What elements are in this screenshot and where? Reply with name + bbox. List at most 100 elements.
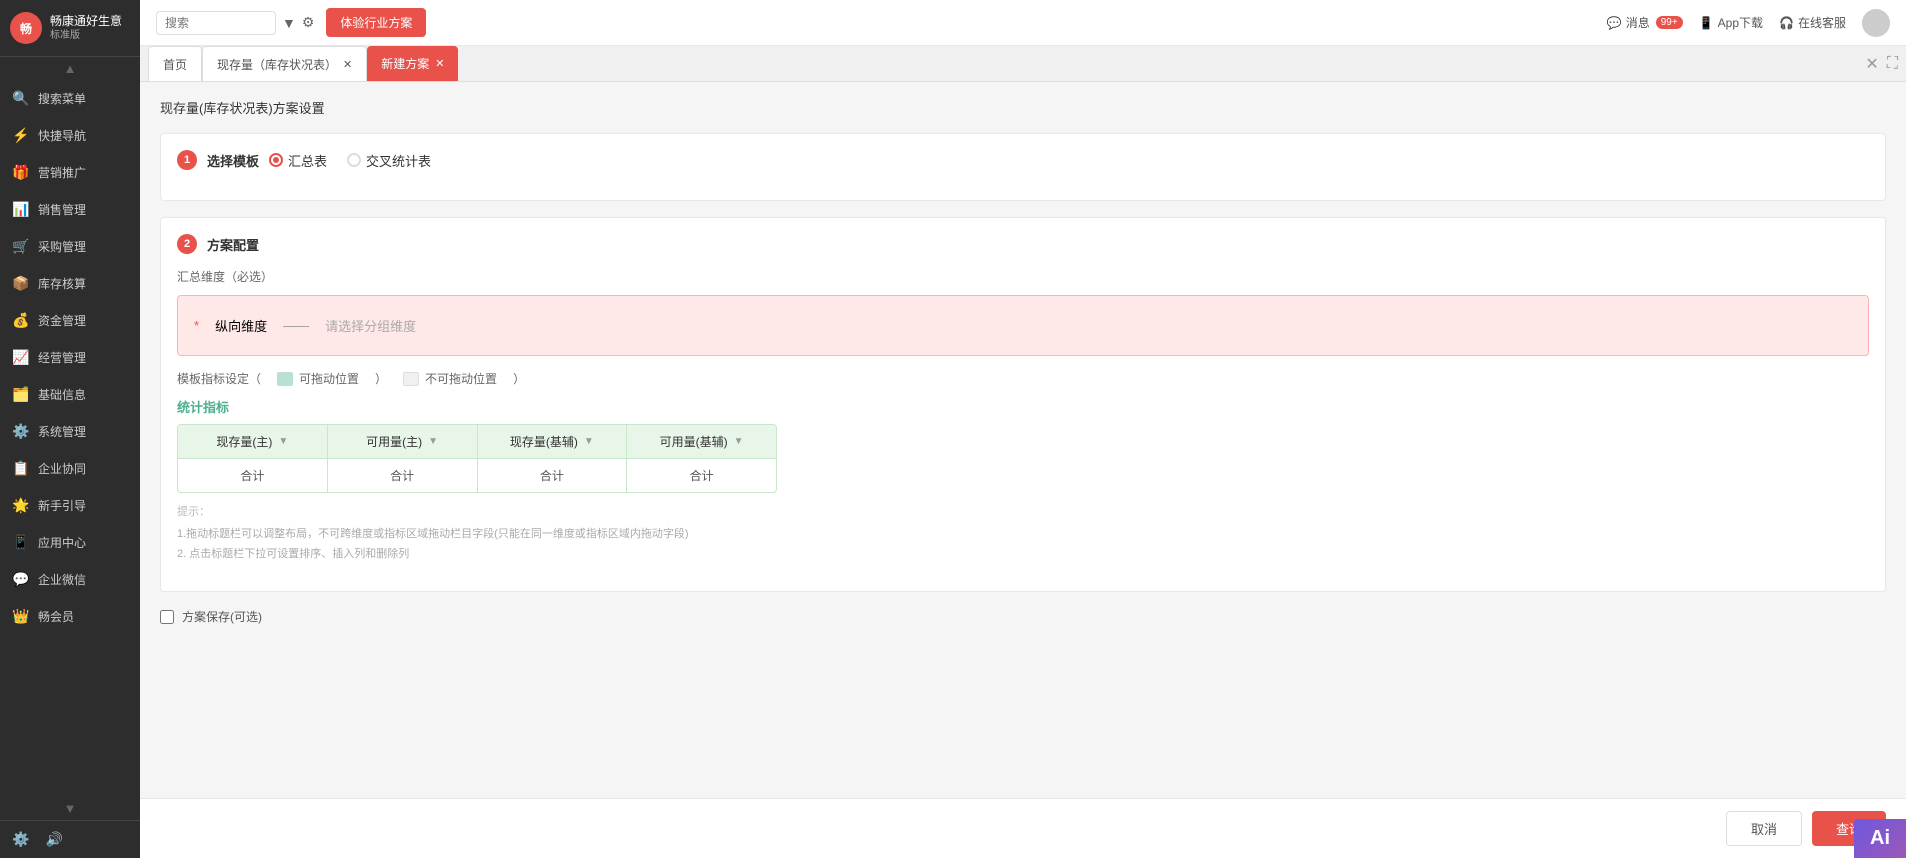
shortcut-icon: ⚡ [12,127,30,144]
tips-section: 提示： 1.拖动标题栏可以调整布局，不可跨维度或指标区域拖动栏目字段(只能在同一… [177,493,1869,575]
col-header-4[interactable]: 可用量(基辅) ▼ [627,425,776,458]
sidebar-item-label: 快捷导航 [38,127,86,144]
newbie-icon: 🌟 [12,497,30,514]
legend-movable: 可拖动位置 [277,370,359,387]
scroll-down-arrow[interactable]: ▼ [0,797,140,820]
page-title: 现存量(库存状况表)方案设置 [160,98,1886,117]
tab-new-plan[interactable]: 新建方案 ✕ [367,46,458,81]
sidebar-item-purchase[interactable]: 🛒 采购管理 [0,228,140,265]
expand-icon[interactable]: ⛶ [1887,55,1898,73]
col-header-3[interactable]: 现存量(基辅) ▼ [478,425,628,458]
sidebar: 畅 畅康通好生意 标准版 ▲ 🔍 搜索菜单 ⚡ 快捷导航 🎁 营销推广 📊 销售… [0,0,140,858]
enterprise-icon: 📋 [12,460,30,477]
finance-icon: 💰 [12,312,30,329]
message-icon: 💬 [1607,16,1622,30]
message-badge: 99+ [1656,16,1683,29]
sidebar-item-enterprise[interactable]: 📋 企业协同 [0,450,140,487]
indicator-legend: 模板指标设定（ 可拖动位置 ） 不可拖动位置 ） [177,370,1869,387]
sales-icon: 📊 [12,201,30,218]
sidebar-item-basic[interactable]: 🗂️ 基础信息 [0,376,140,413]
sidebar-item-label: 基础信息 [38,386,86,403]
sidebar-item-wechat[interactable]: 💬 企业微信 [0,561,140,598]
sidebar-item-member[interactable]: 👑 畅会员 [0,598,140,635]
search-input[interactable] [156,11,276,35]
sound-icon[interactable]: 🔊 [45,831,62,848]
close-panel-icon[interactable]: ✕ [1865,54,1878,74]
download-icon: 📱 [1699,16,1714,30]
tab-inventory-status[interactable]: 现存量（库存状况表） ✕ [202,46,367,81]
cancel-button[interactable]: 取消 [1726,811,1802,846]
legend-fixed: 不可拖动位置 [403,370,497,387]
sidebar-item-label: 销售管理 [38,201,86,218]
required-mark: * [194,318,199,333]
sidebar-item-finance[interactable]: 💰 资金管理 [0,302,140,339]
ai-badge[interactable]: Ai [1854,819,1906,858]
radio-cross[interactable]: 交叉统计表 [347,151,431,170]
sidebar-item-label: 应用中心 [38,534,86,551]
dimension-box[interactable]: * 纵向维度 —— 请选择分组维度 [177,295,1869,356]
dimension-label: 汇总维度（必选） [177,268,1869,285]
cell-3: 合计 [478,459,628,492]
cell-2: 合计 [328,459,478,492]
sidebar-item-label: 畅会员 [38,608,74,625]
cell-4: 合计 [627,459,776,492]
sidebar-item-label: 搜索菜单 [38,90,86,107]
appstore-icon: 📱 [12,534,30,551]
logo-text: 畅康通好生意 标准版 [50,14,122,43]
save-checkbox[interactable] [160,610,174,624]
sidebar-item-sales[interactable]: 📊 销售管理 [0,191,140,228]
col2-dropdown-icon[interactable]: ▼ [428,436,438,447]
col4-dropdown-icon[interactable]: ▼ [734,436,744,447]
col1-dropdown-icon[interactable]: ▼ [278,436,288,447]
sidebar-item-inventory[interactable]: 📦 库存核算 [0,265,140,302]
tab-home[interactable]: 首页 [148,46,202,81]
trial-button[interactable]: 体验行业方案 [326,8,426,37]
radio-summary-circle [269,153,283,167]
stats-table-row: 合计 合计 合计 合计 [178,458,776,492]
col3-dropdown-icon[interactable]: ▼ [584,436,594,447]
avatar[interactable] [1862,9,1890,37]
tabs-bar: 首页 现存量（库存状况表） ✕ 新建方案 ✕ ✕ ⛶ [140,46,1906,82]
tab-close-inventory[interactable]: ✕ [343,58,352,71]
sidebar-bottom: ⚙️ 🔊 [0,820,140,858]
fixed-indicator-box [403,372,419,386]
sidebar-item-appstore[interactable]: 📱 应用中心 [0,524,140,561]
message-button[interactable]: 💬 消息 99+ [1607,14,1683,31]
step1-badge: 1 [177,150,197,170]
sidebar-item-system[interactable]: ⚙️ 系统管理 [0,413,140,450]
stats-table: 现存量(主) ▼ 可用量(主) ▼ 现存量(基辅) ▼ 可用量(基辅) ▼ [177,424,777,493]
radio-summary[interactable]: 汇总表 [269,151,327,170]
topbar: ▼ ⚙ 体验行业方案 💬 消息 99+ 📱 App下载 🎧 在线客服 [140,0,1906,46]
sidebar-item-label: 营销推广 [38,164,86,181]
customer-service-button[interactable]: 🎧 在线客服 [1779,14,1846,31]
app-download-button[interactable]: 📱 App下载 [1699,14,1763,31]
settings-icon[interactable]: ⚙️ [12,831,29,848]
member-icon: 👑 [12,608,30,625]
save-option: 方案保存(可选) [160,608,1886,625]
step1-header: 1 选择模板 汇总表 交叉统计表 [177,150,1869,170]
col-header-2[interactable]: 可用量(主) ▼ [328,425,478,458]
dim-placeholder: 请选择分组维度 [325,316,416,335]
tab-close-new-plan[interactable]: ✕ [435,57,444,70]
main-area: ▼ ⚙ 体验行业方案 💬 消息 99+ 📱 App下载 🎧 在线客服 [140,0,1906,858]
gear-icon[interactable]: ▼ [282,15,296,31]
settings-gear-icon[interactable]: ⚙ [302,14,315,31]
step1-title: 选择模板 [207,151,259,170]
sidebar-item-business[interactable]: 📈 经营管理 [0,339,140,376]
sidebar-item-newbie[interactable]: 🌟 新手引导 [0,487,140,524]
sidebar-item-label: 采购管理 [38,238,86,255]
sidebar-item-label: 企业微信 [38,571,86,588]
scroll-up-arrow[interactable]: ▲ [0,57,140,80]
col-header-1[interactable]: 现存量(主) ▼ [178,425,328,458]
stats-label: 统计指标 [177,397,1869,416]
sidebar-item-search[interactable]: 🔍 搜索菜单 [0,80,140,117]
system-icon: ⚙️ [12,423,30,440]
content-area: 现存量(库存状况表)方案设置 1 选择模板 汇总表 交叉统计表 [140,82,1906,798]
search-area: ▼ ⚙ [156,11,314,35]
search-icon: 🔍 [12,90,30,107]
template-radio-group: 汇总表 交叉统计表 [269,151,431,170]
step2-section: 2 方案配置 汇总维度（必选） * 纵向维度 —— 请选择分组维度 模板指标设定… [160,217,1886,592]
sidebar-item-marketing[interactable]: 🎁 营销推广 [0,154,140,191]
sidebar-item-shortcut[interactable]: ⚡ 快捷导航 [0,117,140,154]
stats-table-header: 现存量(主) ▼ 可用量(主) ▼ 现存量(基辅) ▼ 可用量(基辅) ▼ [178,425,776,458]
